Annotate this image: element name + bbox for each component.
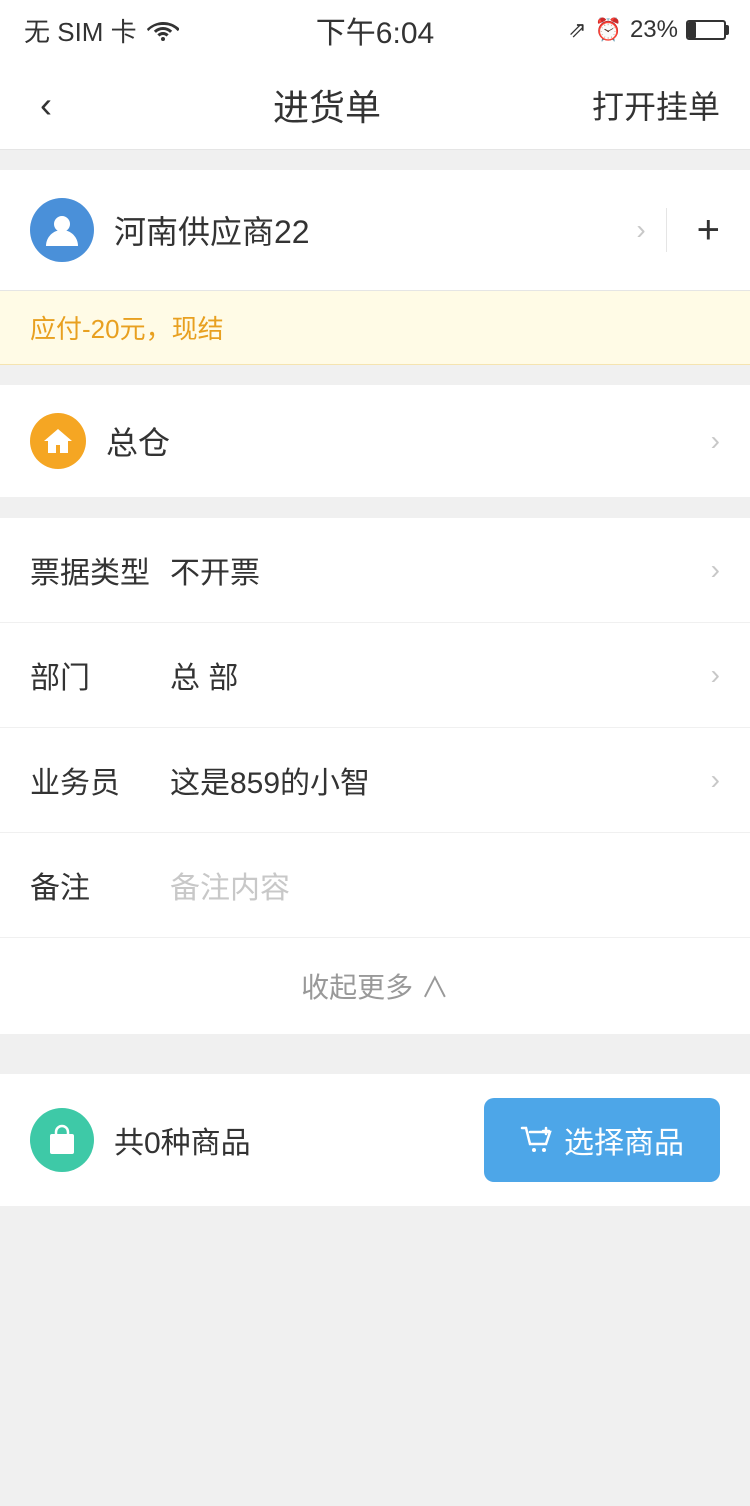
supplier-name: 河南供应商22 <box>114 207 636 253</box>
product-count-label: 共0种商品 <box>114 1118 484 1162</box>
back-button[interactable]: ‹ <box>30 74 62 136</box>
carrier-label: 无 SIM 卡 <box>24 12 137 49</box>
section-gap-2 <box>0 365 750 385</box>
alarm-icon: ⏰ <box>595 17 622 43</box>
collapse-label: 收起更多 ∧ <box>301 966 449 1006</box>
sales-arrow-icon: › <box>711 764 720 796</box>
supplier-row[interactable]: 河南供应商22 › + <box>0 170 750 291</box>
supplier-avatar <box>30 198 94 262</box>
dept-row[interactable]: 部门 总 部 › <box>0 622 750 727</box>
collapse-row[interactable]: 收起更多 ∧ <box>0 937 750 1034</box>
dept-label: 部门 <box>30 653 150 697</box>
section-gap-3 <box>0 497 750 517</box>
remark-label: 备注 <box>30 863 150 907</box>
shopping-bag-icon <box>44 1122 80 1158</box>
battery-percent: 23% <box>630 16 678 44</box>
add-supplier-button[interactable]: + <box>697 208 720 253</box>
warehouse-arrow-icon: › <box>711 425 720 457</box>
supplier-divider <box>666 208 667 252</box>
warehouse-name: 总仓 <box>106 418 711 464</box>
warehouse-icon <box>30 413 86 469</box>
bottom-section: 共0种商品 选择商品 <box>0 1074 750 1206</box>
notice-text: 应付-20元，现结 <box>30 314 224 344</box>
sales-value: 这是859的小智 <box>150 758 711 802</box>
battery-bar <box>686 20 726 40</box>
page-title: 进货单 <box>273 79 381 131</box>
sales-label: 业务员 <box>30 758 150 802</box>
invoice-value: 不开票 <box>150 548 711 592</box>
status-time: 下午6:04 <box>316 8 434 52</box>
status-bar: 无 SIM 卡 下午6:04 ⇗ ⏰ 23% <box>0 0 750 60</box>
supplier-arrow-icon: › <box>636 214 645 246</box>
status-left: 无 SIM 卡 <box>24 12 179 49</box>
form-card: 票据类型 不开票 › 部门 总 部 › 业务员 这是859的小智 › 备注 备注… <box>0 517 750 1034</box>
dept-arrow-icon: › <box>711 659 720 691</box>
invoice-arrow-icon: › <box>711 554 720 586</box>
house-icon <box>42 425 74 457</box>
invoice-row[interactable]: 票据类型 不开票 › <box>0 517 750 622</box>
page-background <box>0 1206 750 1506</box>
section-gap-1 <box>0 150 750 170</box>
supplier-card: 河南供应商22 › + 应付-20元，现结 <box>0 170 750 365</box>
gps-icon: ⇗ <box>568 17 586 43</box>
remark-row[interactable]: 备注 备注内容 <box>0 832 750 937</box>
section-gap-4 <box>0 1034 750 1054</box>
status-right: ⇗ ⏰ 23% <box>568 16 726 44</box>
wifi-icon <box>147 19 179 41</box>
person-icon <box>42 210 82 250</box>
open-pending-button[interactable]: 打开挂单 <box>592 82 720 128</box>
notice-bar: 应付-20元，现结 <box>0 291 750 365</box>
dept-value: 总 部 <box>150 653 711 697</box>
invoice-label: 票据类型 <box>30 548 150 592</box>
battery-fill <box>688 22 696 38</box>
product-cart-icon <box>30 1108 94 1172</box>
select-product-button[interactable]: 选择商品 <box>484 1098 720 1182</box>
sales-row[interactable]: 业务员 这是859的小智 › <box>0 727 750 832</box>
remark-input[interactable]: 备注内容 <box>150 863 720 907</box>
select-product-label: 选择商品 <box>564 1118 684 1162</box>
cart-plus-icon <box>520 1124 552 1156</box>
warehouse-card: 总仓 › <box>0 385 750 497</box>
warehouse-row[interactable]: 总仓 › <box>0 385 750 497</box>
nav-bar: ‹ 进货单 打开挂单 <box>0 60 750 150</box>
